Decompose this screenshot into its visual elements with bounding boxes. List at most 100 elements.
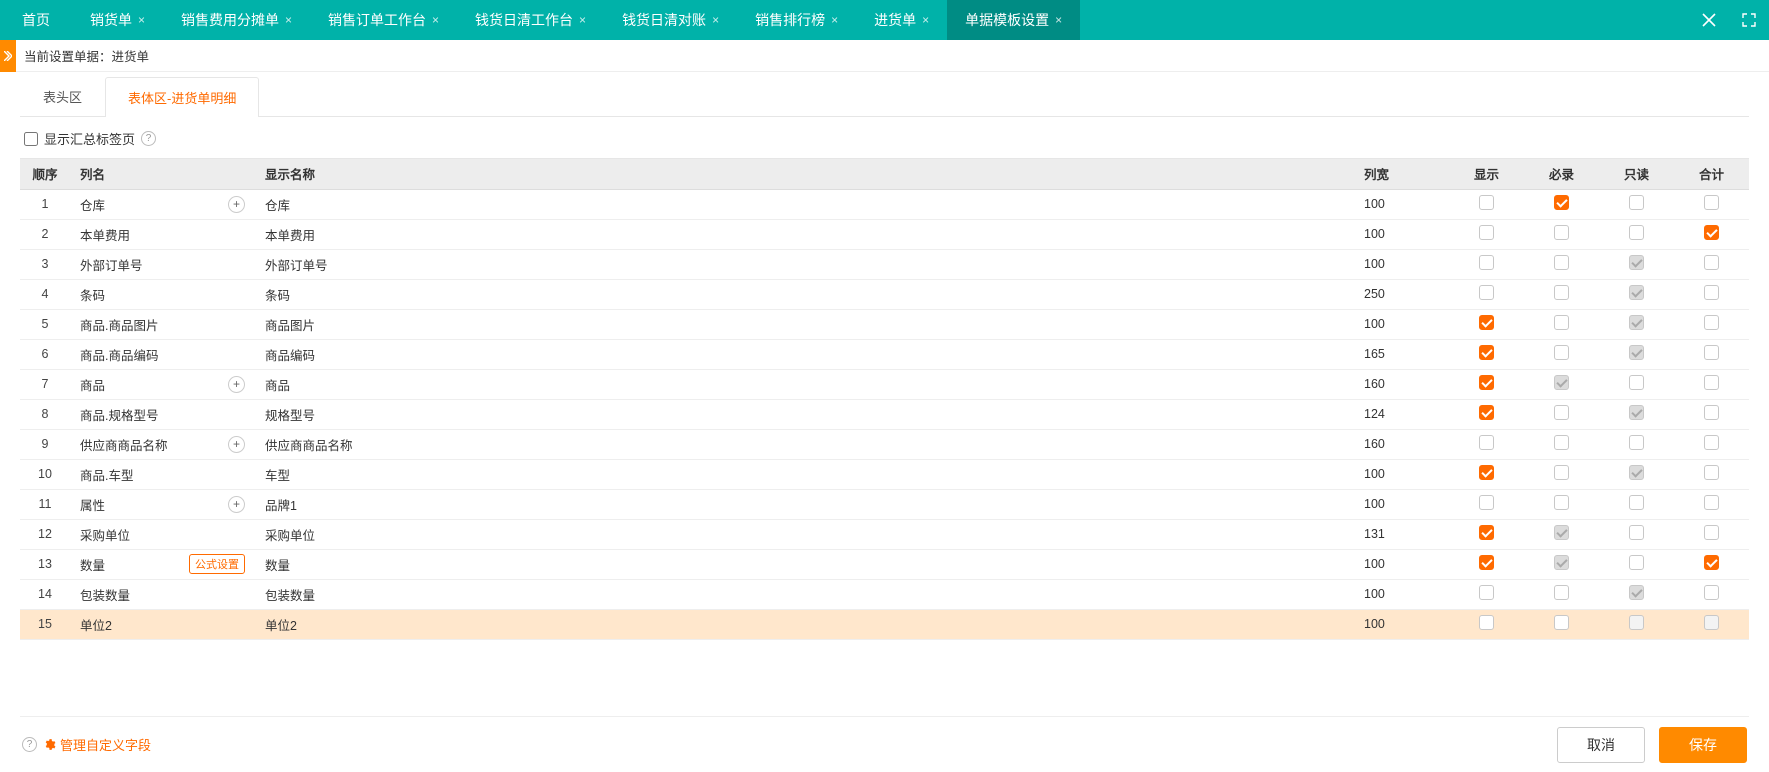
sidebar-toggle-icon[interactable] <box>0 40 16 72</box>
checkbox[interactable] <box>1704 285 1719 300</box>
tab-close-icon[interactable]: × <box>285 13 292 27</box>
cell-width[interactable]: 100 <box>1354 579 1449 609</box>
checkbox[interactable] <box>1704 345 1719 360</box>
formula-tag[interactable]: 公式设置 <box>189 554 245 574</box>
cell-display-name[interactable]: 外部订单号 <box>255 249 1354 279</box>
table-row[interactable]: 5商品.商品图片商品图片100 <box>20 309 1749 339</box>
checkbox[interactable] <box>1479 555 1494 570</box>
tab-单据模板设置[interactable]: 单据模板设置× <box>947 0 1080 40</box>
cell-width[interactable]: 100 <box>1354 189 1449 219</box>
cell-display-name[interactable]: 规格型号 <box>255 399 1354 429</box>
add-icon[interactable]: + <box>228 496 245 513</box>
cell-display-name[interactable]: 本单费用 <box>255 219 1354 249</box>
table-scroll[interactable]: 顺序 列名 显示名称 列宽 显示 必录 只读 合计 1仓库+仓库1002本单费用… <box>20 159 1749 716</box>
tab-钱货日清对账[interactable]: 钱货日清对账× <box>604 0 737 40</box>
cell-display-name[interactable]: 条码 <box>255 279 1354 309</box>
checkbox[interactable] <box>1479 345 1494 360</box>
checkbox[interactable] <box>1554 255 1569 270</box>
save-button[interactable]: 保存 <box>1659 727 1747 763</box>
tab-钱货日清工作台[interactable]: 钱货日清工作台× <box>457 0 604 40</box>
tab-进货单[interactable]: 进货单× <box>856 0 947 40</box>
tab-close-icon[interactable]: × <box>432 13 439 27</box>
cell-display-name[interactable]: 数量 <box>255 549 1354 579</box>
tab-销售订单工作台[interactable]: 销售订单工作台× <box>310 0 457 40</box>
checkbox[interactable] <box>1704 255 1719 270</box>
cell-display-name[interactable]: 单位2 <box>255 609 1354 639</box>
th-sum[interactable]: 合计 <box>1674 159 1749 189</box>
table-row[interactable]: 3外部订单号外部订单号100 <box>20 249 1749 279</box>
checkbox[interactable] <box>1479 585 1494 600</box>
add-icon[interactable]: + <box>228 376 245 393</box>
checkbox[interactable] <box>1479 315 1494 330</box>
checkbox[interactable] <box>1554 225 1569 240</box>
add-icon[interactable]: + <box>228 436 245 453</box>
table-row[interactable]: 11属性+品牌1100 <box>20 489 1749 519</box>
fullscreen-icon[interactable] <box>1729 0 1769 40</box>
checkbox[interactable] <box>1704 585 1719 600</box>
tab-close-icon[interactable]: × <box>1055 13 1062 27</box>
checkbox[interactable] <box>1629 495 1644 510</box>
checkbox[interactable] <box>1704 495 1719 510</box>
checkbox[interactable] <box>1479 525 1494 540</box>
checkbox[interactable] <box>1554 465 1569 480</box>
checkbox[interactable] <box>1554 585 1569 600</box>
checkbox[interactable] <box>1704 315 1719 330</box>
show-summary-checkbox[interactable] <box>24 132 38 146</box>
checkbox[interactable] <box>1554 495 1569 510</box>
table-row[interactable]: 15单位2单位2100 <box>20 609 1749 639</box>
checkbox[interactable] <box>1554 435 1569 450</box>
cell-width[interactable]: 100 <box>1354 249 1449 279</box>
checkbox[interactable] <box>1704 465 1719 480</box>
cell-width[interactable]: 100 <box>1354 549 1449 579</box>
cell-width[interactable]: 131 <box>1354 519 1449 549</box>
cell-width[interactable]: 100 <box>1354 219 1449 249</box>
tab-close-icon[interactable]: × <box>579 13 586 27</box>
cell-display-name[interactable]: 包装数量 <box>255 579 1354 609</box>
checkbox[interactable] <box>1704 405 1719 420</box>
checkbox[interactable] <box>1629 435 1644 450</box>
tab-销售排行榜[interactable]: 销售排行榜× <box>737 0 856 40</box>
tab-close-icon[interactable]: × <box>138 13 145 27</box>
tab-header-area[interactable]: 表头区 <box>20 76 105 116</box>
table-row[interactable]: 6商品.商品编码商品编码165 <box>20 339 1749 369</box>
tab-销售费用分摊单[interactable]: 销售费用分摊单× <box>163 0 310 40</box>
checkbox[interactable] <box>1479 255 1494 270</box>
cell-display-name[interactable]: 采购单位 <box>255 519 1354 549</box>
cancel-button[interactable]: 取消 <box>1557 727 1645 763</box>
checkbox[interactable] <box>1704 225 1719 240</box>
cell-display-name[interactable]: 仓库 <box>255 189 1354 219</box>
th-width[interactable]: 列宽 <box>1354 159 1449 189</box>
checkbox[interactable] <box>1704 555 1719 570</box>
table-row[interactable]: 1仓库+仓库100 <box>20 189 1749 219</box>
table-row[interactable]: 7商品+商品160 <box>20 369 1749 399</box>
table-row[interactable]: 2本单费用本单费用100 <box>20 219 1749 249</box>
checkbox[interactable] <box>1479 435 1494 450</box>
footer-help-icon[interactable]: ? <box>22 737 37 752</box>
table-row[interactable]: 12采购单位采购单位131 <box>20 519 1749 549</box>
table-row[interactable]: 14包装数量包装数量100 <box>20 579 1749 609</box>
checkbox[interactable] <box>1479 195 1494 210</box>
checkbox[interactable] <box>1629 225 1644 240</box>
checkbox[interactable] <box>1479 285 1494 300</box>
tab-销货单[interactable]: 销货单× <box>72 0 163 40</box>
cell-display-name[interactable]: 车型 <box>255 459 1354 489</box>
table-row[interactable]: 8商品.规格型号规格型号124 <box>20 399 1749 429</box>
cell-width[interactable]: 100 <box>1354 459 1449 489</box>
cell-display-name[interactable]: 商品 <box>255 369 1354 399</box>
th-seq[interactable]: 顺序 <box>20 159 70 189</box>
checkbox[interactable] <box>1554 195 1569 210</box>
table-row[interactable]: 10商品.车型车型100 <box>20 459 1749 489</box>
tab-close-icon[interactable]: × <box>831 13 838 27</box>
checkbox[interactable] <box>1629 525 1644 540</box>
cell-width[interactable]: 250 <box>1354 279 1449 309</box>
table-row[interactable]: 4条码条码250 <box>20 279 1749 309</box>
checkbox[interactable] <box>1479 405 1494 420</box>
table-row[interactable]: 13数量公式设置数量100 <box>20 549 1749 579</box>
cell-width[interactable]: 160 <box>1354 429 1449 459</box>
cell-width[interactable]: 100 <box>1354 609 1449 639</box>
th-ro[interactable]: 只读 <box>1599 159 1674 189</box>
checkbox[interactable] <box>1554 285 1569 300</box>
manage-custom-fields-link[interactable]: 管理自定义字段 <box>43 735 151 754</box>
checkbox[interactable] <box>1554 345 1569 360</box>
cell-width[interactable]: 165 <box>1354 339 1449 369</box>
